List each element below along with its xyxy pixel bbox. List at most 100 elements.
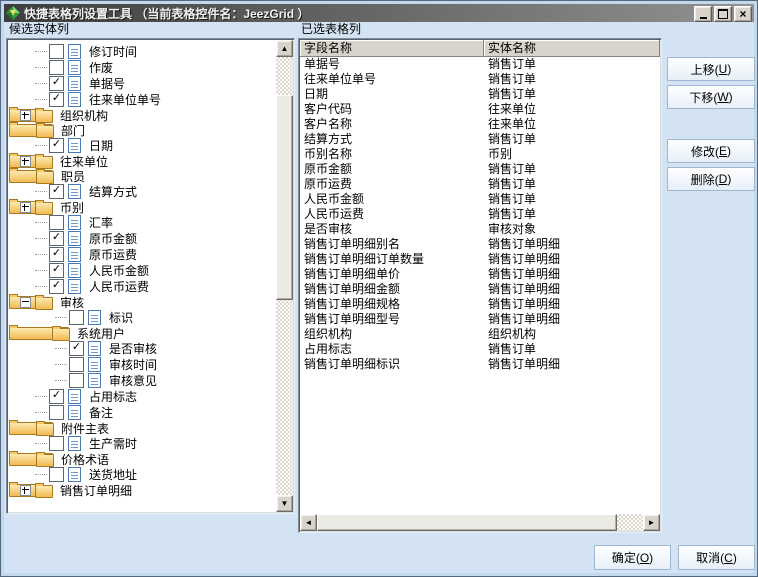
title-bar[interactable]: 快捷表格列设置工具 （当前表格控件名：JeezGrid ） × <box>4 4 754 22</box>
scroll-right-button[interactable]: ► <box>643 514 660 531</box>
checkbox[interactable]: ✓ <box>49 278 64 294</box>
table-row[interactable]: 占用标志 销售订单 <box>300 342 660 357</box>
tree-item[interactable]: ✓ 原币运费 <box>9 246 274 262</box>
checkbox[interactable] <box>49 59 64 75</box>
checkbox[interactable]: ✓ <box>49 262 64 278</box>
move-down-button[interactable]: 下移(W) <box>667 85 755 109</box>
tree-vertical-scrollbar[interactable]: ▲ ▼ <box>276 40 293 512</box>
tree-item[interactable]: 审核意见 <box>9 372 274 388</box>
table-row[interactable]: 销售订单明细型号 销售订单明细 <box>300 312 660 327</box>
delete-button[interactable]: 删除(D) <box>667 167 755 191</box>
checkbox[interactable]: ✓ <box>49 246 64 262</box>
checkbox[interactable] <box>49 435 64 451</box>
scroll-up-button[interactable]: ▲ <box>276 40 293 57</box>
move-up-button[interactable]: 上移(U) <box>667 57 755 81</box>
table-row[interactable]: 销售订单明细规格 销售订单明细 <box>300 297 660 312</box>
checkbox[interactable]: ✓ <box>49 137 64 153</box>
scroll-left-button[interactable]: ◄ <box>300 514 317 531</box>
tree-item[interactable]: 价格术语 <box>9 451 109 467</box>
tree-item-label: 人民币金额 <box>89 263 150 278</box>
expand-plus-icon[interactable] <box>20 485 31 496</box>
tree-item[interactable]: ✓ 单据号 <box>9 75 274 91</box>
table-row[interactable]: 客户代码 往来单位 <box>300 102 660 117</box>
tree-item[interactable]: ✓ 人民币运费 <box>9 278 274 294</box>
checkbox[interactable]: ✓ <box>49 388 64 404</box>
table-row[interactable]: 人民币运费 销售订单 <box>300 207 660 222</box>
checkbox[interactable] <box>49 404 64 420</box>
close-icon: × <box>739 7 747 21</box>
ok-button[interactable]: 确定(O) <box>594 545 671 570</box>
scrollbar-thumb[interactable] <box>317 514 617 531</box>
checkbox[interactable]: ✓ <box>49 75 64 91</box>
tree-item[interactable]: 生产需时 <box>9 435 274 451</box>
expand-plus-icon[interactable] <box>20 156 31 167</box>
table-row[interactable]: 日期 销售订单 <box>300 87 660 102</box>
checkbox[interactable] <box>69 309 84 325</box>
tree-item[interactable]: 修订时间 <box>9 43 274 59</box>
scrollbar-thumb[interactable] <box>276 95 293 300</box>
checkbox[interactable] <box>49 466 64 482</box>
tree-item[interactable]: ✓ 往来单位单号 <box>9 91 274 107</box>
tree-item[interactable]: 汇率 <box>9 214 274 230</box>
candidate-columns-label: 候选实体列 <box>9 22 70 36</box>
table-row[interactable]: 销售订单明细订单数量 销售订单明细 <box>300 252 660 267</box>
checkbox[interactable]: ✓ <box>49 230 64 246</box>
tree-item[interactable]: 送货地址 <box>9 466 274 482</box>
document-icon <box>88 340 101 356</box>
document-icon <box>68 137 81 153</box>
modify-button[interactable]: 修改(E) <box>667 139 755 163</box>
expand-plus-icon[interactable] <box>20 202 31 213</box>
tree-item[interactable]: ✓ 人民币金额 <box>9 262 274 278</box>
checkbox[interactable]: ✓ <box>49 91 64 107</box>
table-row[interactable]: 原币金额 销售订单 <box>300 162 660 177</box>
field-name-cell: 客户代码 <box>304 102 353 116</box>
checkbox[interactable]: ✓ <box>69 340 84 356</box>
tree-item[interactable]: 标识 <box>9 309 274 325</box>
table-row[interactable]: 人民币金额 销售订单 <box>300 192 660 207</box>
tree-item[interactable]: 销售订单明细 <box>9 482 132 498</box>
tree-item[interactable]: ✓ 占用标志 <box>9 388 274 404</box>
close-button[interactable]: × <box>734 6 752 22</box>
expand-plus-icon[interactable] <box>20 110 31 121</box>
checkbox[interactable] <box>69 356 84 372</box>
table-row[interactable]: 结算方式 销售订单 <box>300 132 660 147</box>
table-row[interactable]: 组织机构 组织机构 <box>300 327 660 342</box>
tree-item[interactable]: 币别 <box>9 199 84 215</box>
table-row[interactable]: 是否审核 审核对象 <box>300 222 660 237</box>
cancel-button[interactable]: 取消(C) <box>678 545 755 570</box>
tree-item[interactable]: 部门 <box>9 122 85 138</box>
tree-item[interactable]: 往来单位 <box>9 153 108 169</box>
checkbox[interactable] <box>49 214 64 230</box>
minimize-button[interactable] <box>694 6 712 22</box>
table-row[interactable]: 销售订单明细别名 销售订单明细 <box>300 237 660 252</box>
grid-horizontal-scrollbar[interactable]: ◄ ► <box>300 514 660 531</box>
tree-item[interactable]: 审核 <box>9 294 84 310</box>
table-row[interactable]: 单据号 销售订单 <box>300 57 660 72</box>
table-row[interactable]: 销售订单明细单价 销售订单明细 <box>300 267 660 282</box>
tree-item[interactable]: 附件主表 <box>9 420 109 436</box>
table-row[interactable]: 客户名称 往来单位 <box>300 117 660 132</box>
collapse-minus-icon[interactable] <box>20 297 31 308</box>
table-row[interactable]: 销售订单明细标识 销售订单明细 <box>300 357 660 372</box>
tree-item[interactable]: ✓ 日期 <box>9 137 274 153</box>
tree-item[interactable]: 系统用户 <box>9 325 125 341</box>
table-row[interactable]: 销售订单明细金额 销售订单明细 <box>300 282 660 297</box>
tree-item[interactable]: 组织机构 <box>9 107 108 123</box>
tree-item[interactable]: 备注 <box>9 404 274 420</box>
tree-item[interactable]: ✓ 结算方式 <box>9 183 274 199</box>
column-header-field-name[interactable]: 字段名称 <box>300 40 484 57</box>
table-row[interactable]: 往来单位单号 销售订单 <box>300 72 660 87</box>
column-header-entity-name[interactable]: 实体名称 <box>484 40 660 57</box>
tree-item[interactable]: 职员 <box>9 168 85 184</box>
scroll-down-button[interactable]: ▼ <box>276 495 293 512</box>
table-row[interactable]: 原币运费 销售订单 <box>300 177 660 192</box>
checkbox[interactable] <box>49 43 64 59</box>
tree-item[interactable]: ✓ 是否审核 <box>9 340 274 356</box>
table-row[interactable]: 币别名称 币别 <box>300 147 660 162</box>
checkbox[interactable]: ✓ <box>49 183 64 199</box>
tree-item[interactable]: 作废 <box>9 59 274 75</box>
tree-item[interactable]: 审核时间 <box>9 356 274 372</box>
maximize-button[interactable] <box>714 6 732 22</box>
checkbox[interactable] <box>69 372 84 388</box>
tree-item[interactable]: ✓ 原币金额 <box>9 230 274 246</box>
